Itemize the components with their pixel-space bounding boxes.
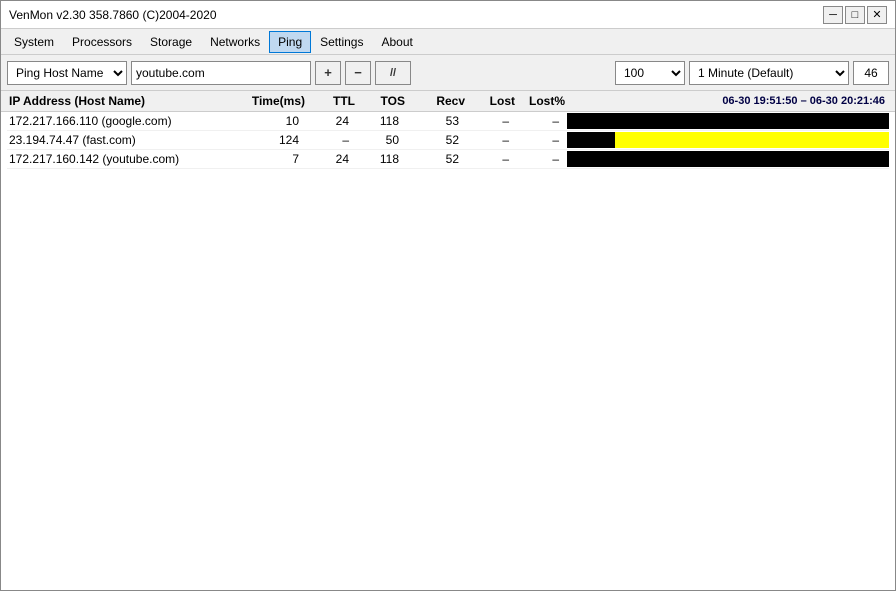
- add-button[interactable]: +: [315, 61, 341, 85]
- header-tos: TOS: [357, 93, 407, 109]
- host-input[interactable]: [131, 61, 311, 85]
- header-ttl: TTL: [307, 93, 357, 109]
- close-button[interactable]: ✕: [867, 6, 887, 24]
- cell-recv: 52: [407, 132, 467, 148]
- window-controls: ─ □ ✕: [823, 6, 887, 24]
- cell-ttl: –: [307, 132, 357, 148]
- cell-ip: 172.217.166.110 (google.com): [7, 113, 227, 129]
- header-lost-pct: Lost%: [517, 93, 567, 109]
- cell-time: 10: [227, 113, 307, 129]
- cell-tos: 118: [357, 151, 407, 167]
- cell-lost: –: [467, 132, 517, 148]
- table-header: IP Address (Host Name) Time(ms) TTL TOS …: [1, 91, 895, 112]
- cell-time: 7: [227, 151, 307, 167]
- cell-ttl: 24: [307, 113, 357, 129]
- cell-ttl: 24: [307, 151, 357, 167]
- menu-item-system[interactable]: System: [5, 31, 63, 53]
- window-title: VenMon v2.30 358.7860 (C)2004-2020: [9, 8, 217, 22]
- main-window: VenMon v2.30 358.7860 (C)2004-2020 ─ □ ✕…: [0, 0, 896, 591]
- header-chart-range: 06-30 19:51:50 – 06-30 20:21:46: [567, 93, 889, 109]
- cell-lost-pct: –: [517, 132, 567, 148]
- cell-recv: 53: [407, 113, 467, 129]
- menu-item-processors[interactable]: Processors: [63, 31, 141, 53]
- cell-ip: 172.217.160.142 (youtube.com): [7, 151, 227, 167]
- cell-lost: –: [467, 113, 517, 129]
- remove-button[interactable]: −: [345, 61, 371, 85]
- table-row[interactable]: 23.194.74.47 (fast.com) 124 – 50 52 – –: [7, 131, 889, 150]
- content-area: IP Address (Host Name) Time(ms) TTL TOS …: [1, 91, 895, 590]
- table-row[interactable]: 172.217.166.110 (google.com) 10 24 118 5…: [7, 112, 889, 131]
- interval-dropdown[interactable]: 1 Minute (Default): [689, 61, 849, 85]
- header-lost: Lost: [467, 93, 517, 109]
- cell-chart: [567, 113, 889, 129]
- cell-chart: [567, 151, 889, 167]
- table-body: 172.217.166.110 (google.com) 10 24 118 5…: [1, 112, 895, 590]
- cell-time: 124: [227, 132, 307, 148]
- host-type-dropdown[interactable]: Ping Host Name: [7, 61, 127, 85]
- cell-lost: –: [467, 151, 517, 167]
- toolbar: Ping Host Name + − // 100 1 Minute (Defa…: [1, 55, 895, 91]
- cell-tos: 50: [357, 132, 407, 148]
- cell-recv: 52: [407, 151, 467, 167]
- cell-lost-pct: –: [517, 113, 567, 129]
- menu-item-about[interactable]: About: [372, 31, 421, 53]
- menu-item-settings[interactable]: Settings: [311, 31, 372, 53]
- header-ip: IP Address (Host Name): [7, 93, 227, 109]
- header-time: Time(ms): [227, 93, 307, 109]
- counter-display: 46: [853, 61, 889, 85]
- menu-bar: System Processors Storage Networks Ping …: [1, 29, 895, 55]
- cell-chart: [567, 132, 889, 148]
- menu-item-networks[interactable]: Networks: [201, 31, 269, 53]
- maximize-button[interactable]: □: [845, 6, 865, 24]
- menu-item-storage[interactable]: Storage: [141, 31, 201, 53]
- title-bar: VenMon v2.30 358.7860 (C)2004-2020 ─ □ ✕: [1, 1, 895, 29]
- header-recv: Recv: [407, 93, 467, 109]
- cell-ip: 23.194.74.47 (fast.com): [7, 132, 227, 148]
- menu-item-ping[interactable]: Ping: [269, 31, 311, 53]
- table-row[interactable]: 172.217.160.142 (youtube.com) 7 24 118 5…: [7, 150, 889, 169]
- cell-lost-pct: –: [517, 151, 567, 167]
- pause-button[interactable]: //: [375, 61, 411, 85]
- minimize-button[interactable]: ─: [823, 6, 843, 24]
- count-dropdown[interactable]: 100: [615, 61, 685, 85]
- cell-tos: 118: [357, 113, 407, 129]
